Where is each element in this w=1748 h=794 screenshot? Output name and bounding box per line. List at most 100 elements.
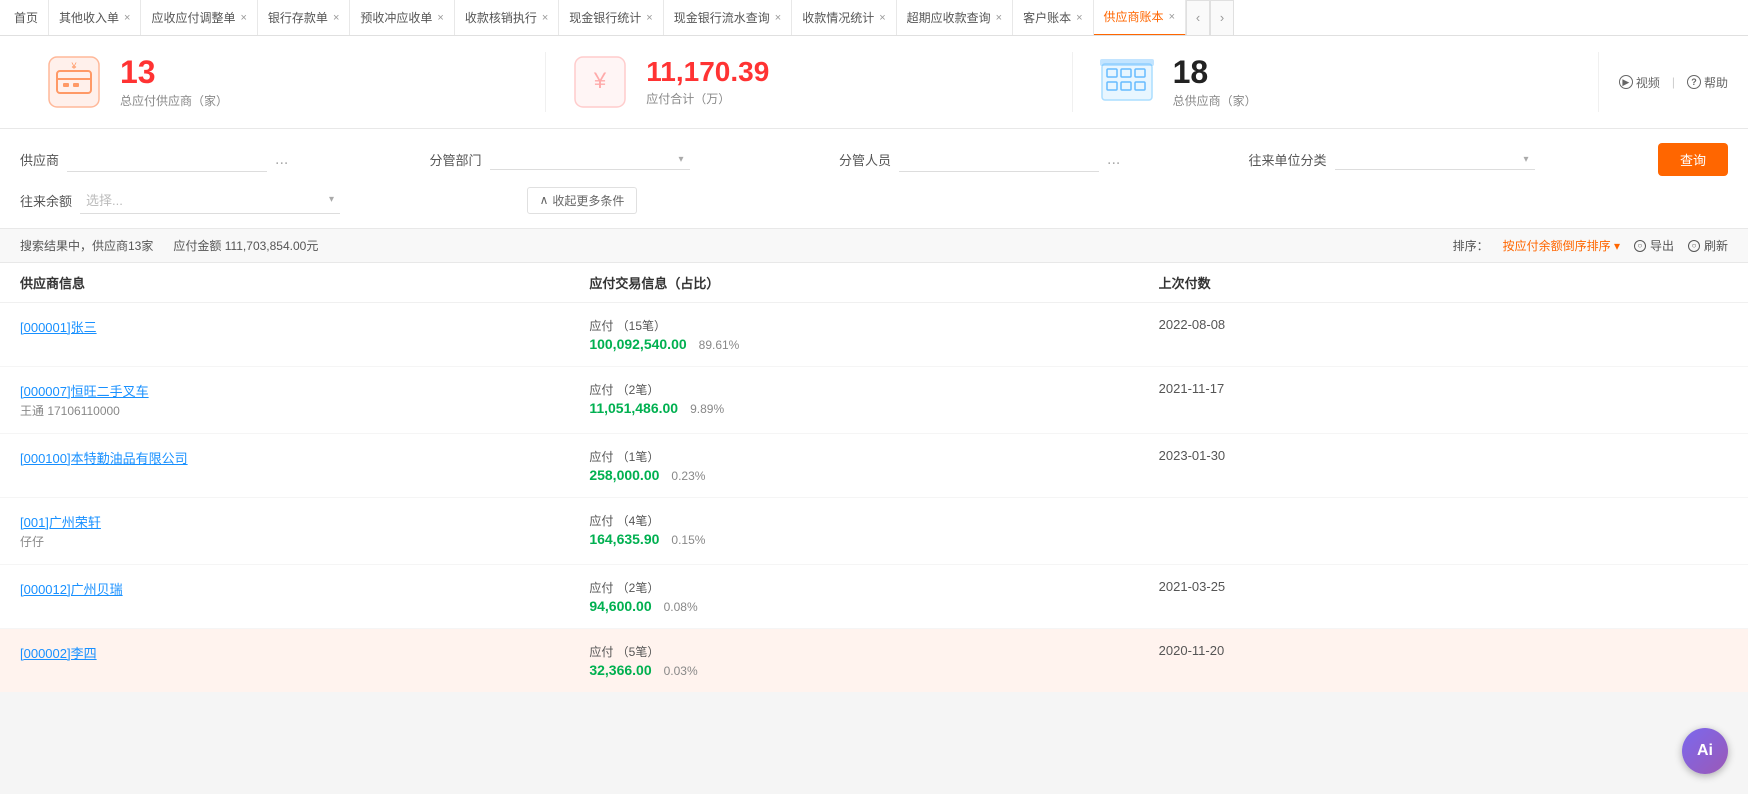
tx-percent-1: 9.89% bbox=[690, 402, 724, 416]
person-filter-dots[interactable]: ... bbox=[1107, 151, 1120, 169]
tx-label-0: 应付 （15笔） bbox=[589, 317, 1158, 334]
balance-filter-select[interactable]: 选择... ▾ bbox=[80, 186, 340, 214]
nav-tab-advance[interactable]: 预收冲应收单 × bbox=[350, 0, 454, 36]
supplier-link-5[interactable]: [000002]李四 bbox=[20, 643, 589, 662]
result-bar: 搜索结果中，供应商13家 应付金额 111,703,854.00元 排序： 按应… bbox=[0, 229, 1748, 263]
unit-class-label: 往来单位分类 bbox=[1249, 150, 1327, 169]
tx-label-2: 应付 （1笔） bbox=[589, 448, 1158, 465]
tx-label-1: 应付 （2笔） bbox=[589, 381, 1158, 398]
nav-tab-adjust[interactable]: 应收应付调整单 × bbox=[141, 0, 257, 36]
video-help-btn[interactable]: ▶ 视频 bbox=[1619, 74, 1660, 91]
tx-amount-1: 11,051,486.00 bbox=[589, 400, 678, 416]
result-bar-left: 搜索结果中，供应商13家 应付金额 111,703,854.00元 bbox=[20, 237, 318, 254]
nav-tab-adjust-close[interactable]: × bbox=[240, 12, 246, 24]
nav-tab-customer-ledger-close[interactable]: × bbox=[1076, 12, 1082, 24]
ai-button[interactable]: Ai bbox=[1682, 728, 1728, 774]
supplier-filter-dots[interactable]: ... bbox=[275, 151, 288, 169]
nav-tab-other-income[interactable]: 其他收入单 × bbox=[49, 0, 141, 36]
supplier-info-4: [000012]广州贝瑞 bbox=[20, 579, 589, 598]
filter-balance: 往来余额 选择... ▾ bbox=[20, 186, 340, 214]
nav-tab-overdue[interactable]: 超期应收款查询 × bbox=[897, 0, 1013, 36]
supplier-info-1: [000007]恒旺二手叉车 王通 17106110000 bbox=[20, 381, 589, 419]
nav-tab-customer-ledger-label: 客户账本 bbox=[1023, 9, 1071, 26]
tx-percent-2: 0.23% bbox=[671, 469, 705, 483]
nav-tab-cash-flow-label: 现金银行流水查询 bbox=[674, 9, 770, 26]
supplier-info-0: [000001]张三 bbox=[20, 317, 589, 336]
help-btn[interactable]: ? 帮助 bbox=[1687, 74, 1728, 91]
balance-chevron-icon: ▾ bbox=[329, 194, 334, 205]
person-filter-input[interactable] bbox=[899, 148, 1099, 172]
nav-tab-collection-stat[interactable]: 收款情况统计 × bbox=[792, 0, 896, 36]
nav-tab-home[interactable]: 首页 bbox=[4, 0, 49, 36]
supplier-link-2[interactable]: [000100]本特勤油品有限公司 bbox=[20, 448, 589, 467]
divider: | bbox=[1672, 75, 1675, 89]
nav-tab-collection-close[interactable]: × bbox=[542, 12, 548, 24]
nav-tab-collection[interactable]: 收款核销执行 × bbox=[455, 0, 559, 36]
nav-tab-customer-ledger[interactable]: 客户账本 × bbox=[1013, 0, 1093, 36]
sort-chevron-icon: ▾ bbox=[1614, 239, 1620, 253]
sort-prefix: 排序： bbox=[1453, 237, 1489, 254]
dept-filter-label: 分管部门 bbox=[430, 150, 482, 169]
nav-tab-advance-close[interactable]: × bbox=[437, 12, 443, 24]
sort-select[interactable]: 按应付余额倒序排序 ▾ bbox=[1503, 237, 1620, 254]
tx-amount-0: 100,092,540.00 bbox=[589, 336, 686, 352]
nav-tab-bank-deposit-label: 银行存款单 bbox=[268, 9, 328, 26]
nav-tab-cash-stat[interactable]: 现金银行统计 × bbox=[559, 0, 663, 36]
table-row: [000007]恒旺二手叉车 王通 17106110000 应付 （2笔） 11… bbox=[0, 367, 1748, 434]
nav-tab-overdue-close[interactable]: × bbox=[996, 12, 1002, 24]
refresh-button[interactable]: ○ 刷新 bbox=[1688, 237, 1728, 254]
refresh-label: 刷新 bbox=[1704, 237, 1728, 254]
nav-arrow-left[interactable]: ‹ bbox=[1186, 0, 1210, 36]
nav-tab-bank-deposit[interactable]: 银行存款单 × bbox=[258, 0, 350, 36]
refresh-icon: ○ bbox=[1688, 240, 1700, 252]
table-row: [001]广州荣轩 仔仔 应付 （4笔） 164,635.90 0.15% bbox=[0, 498, 1748, 565]
tx-amount-3: 164,635.90 bbox=[589, 531, 659, 547]
person-filter-label: 分管人员 bbox=[839, 150, 891, 169]
nav-tab-other-income-close[interactable]: × bbox=[124, 12, 130, 24]
last-payment-1: 2021-11-17 bbox=[1159, 381, 1728, 396]
supplier-info-5: [000002]李四 bbox=[20, 643, 589, 662]
supplier-filter-label: 供应商 bbox=[20, 150, 59, 169]
collapse-button[interactable]: ∧ 收起更多条件 bbox=[527, 187, 638, 214]
tx-amount-4: 94,600.00 bbox=[589, 598, 651, 614]
tx-label-4: 应付 （2笔） bbox=[589, 579, 1158, 596]
video-circle-icon: ▶ bbox=[1619, 75, 1633, 89]
tx-percent-0: 89.61% bbox=[699, 338, 740, 352]
filter-row-1: 供应商 ... 分管部门 ▾ 分管人员 ... 往来单位分类 ▾ 查询 bbox=[20, 143, 1728, 176]
table-container: 供应商信息 应付交易信息（占比） 上次付数 [000001]张三 应付 （15笔… bbox=[0, 263, 1748, 692]
nav-tab-overdue-label: 超期应收款查询 bbox=[907, 9, 991, 26]
tx-row-3: 164,635.90 0.15% bbox=[589, 531, 1158, 547]
payable-total-number: 11,170.39 bbox=[646, 58, 769, 86]
nav-tab-cash-stat-close[interactable]: × bbox=[646, 12, 652, 24]
dept-filter-select[interactable]: ▾ bbox=[490, 150, 690, 170]
tx-row-1: 11,051,486.00 9.89% bbox=[589, 400, 1158, 416]
export-button[interactable]: ○ 导出 bbox=[1634, 237, 1674, 254]
nav-tab-supplier-ledger[interactable]: 供应商账本 × bbox=[1094, 0, 1186, 36]
tx-amount-5: 32,366.00 bbox=[589, 662, 651, 678]
nav-tab-cash-flow[interactable]: 现金银行流水查询 × bbox=[664, 0, 792, 36]
nav-tab-cash-flow-close[interactable]: × bbox=[775, 12, 781, 24]
export-icon: ○ bbox=[1634, 240, 1646, 252]
supplier-link-0[interactable]: [000001]张三 bbox=[20, 317, 589, 336]
supplier-link-1[interactable]: [000007]恒旺二手叉车 bbox=[20, 381, 589, 400]
filter-area: 供应商 ... 分管部门 ▾ 分管人员 ... 往来单位分类 ▾ 查询 bbox=[0, 129, 1748, 229]
tx-percent-5: 0.03% bbox=[664, 664, 698, 678]
table-row: [000012]广州贝瑞 应付 （2笔） 94,600.00 0.08% 202… bbox=[0, 565, 1748, 629]
total-supplier-icon bbox=[1097, 52, 1157, 112]
table-header: 供应商信息 应付交易信息（占比） 上次付数 bbox=[0, 263, 1748, 303]
collapse-area: ∧ 收起更多条件 bbox=[356, 187, 808, 214]
nav-tab-supplier-ledger-close[interactable]: × bbox=[1169, 11, 1175, 23]
collapse-button-label: 收起更多条件 bbox=[552, 192, 624, 209]
tx-row-2: 258,000.00 0.23% bbox=[589, 467, 1158, 483]
supplier-link-3[interactable]: [001]广州荣轩 bbox=[20, 512, 589, 531]
nav-tab-bank-deposit-close[interactable]: × bbox=[333, 12, 339, 24]
supplier-link-4[interactable]: [000012]广州贝瑞 bbox=[20, 579, 589, 598]
balance-select-text: 选择... bbox=[86, 190, 123, 209]
nav-tab-collection-stat-close[interactable]: × bbox=[879, 12, 885, 24]
supplier-filter-input[interactable] bbox=[67, 148, 267, 172]
video-label: 视频 bbox=[1636, 74, 1660, 91]
top-navigation: 首页 其他收入单 × 应收应付调整单 × 银行存款单 × 预收冲应收单 × 收款… bbox=[0, 0, 1748, 36]
unit-class-select[interactable]: ▾ bbox=[1335, 150, 1535, 170]
search-button[interactable]: 查询 bbox=[1658, 143, 1728, 176]
nav-arrow-right[interactable]: › bbox=[1210, 0, 1234, 36]
